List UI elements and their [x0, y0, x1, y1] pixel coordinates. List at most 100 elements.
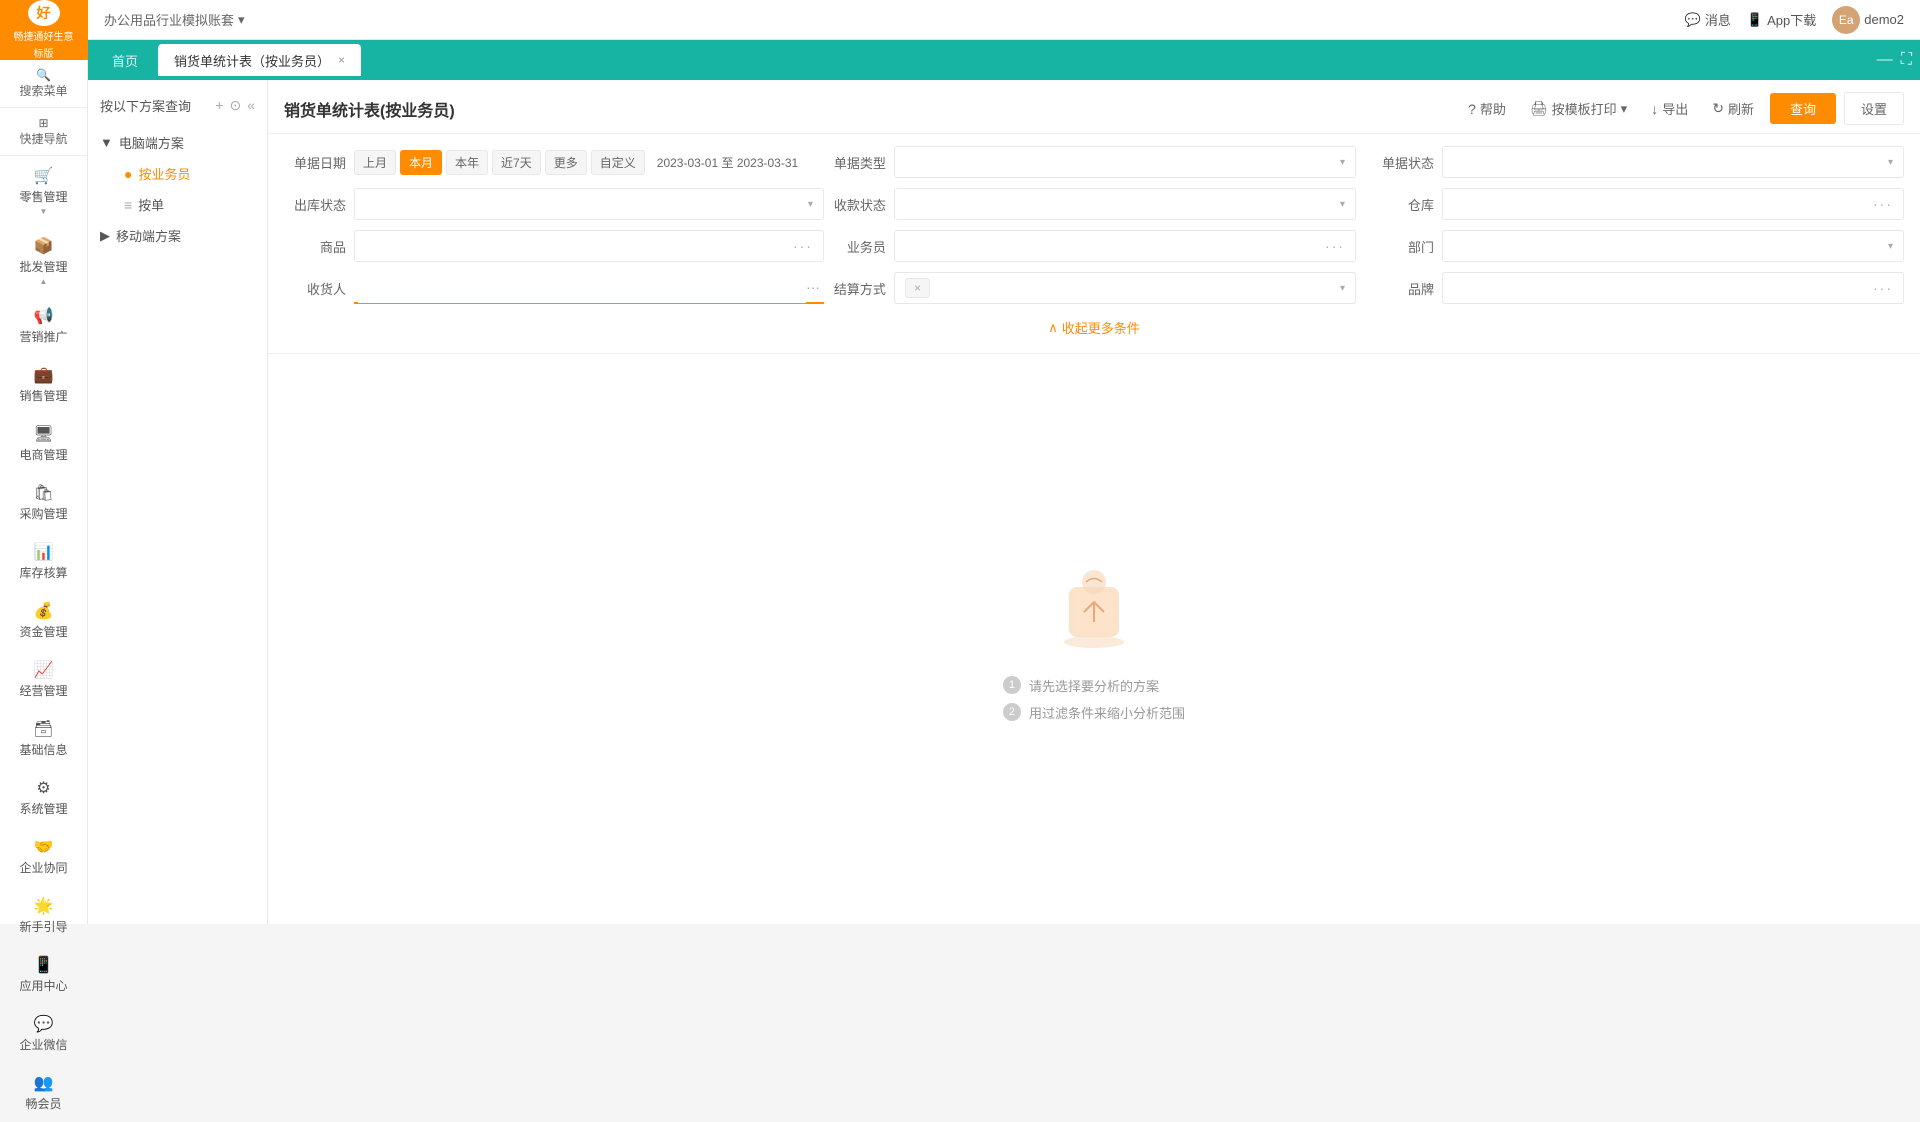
right-panel: 销货单统计表(按业务员) ? 帮助 🖨 按模板打印 ▾ ↓ 导出 [268, 80, 1920, 924]
settings-button[interactable]: 设置 [1844, 92, 1904, 125]
sidebar-item-newbie[interactable]: 🌟 新手引导 [0, 886, 87, 945]
date-btn-this-month[interactable]: 本月 [400, 150, 442, 175]
date-label: 单据日期 [284, 153, 354, 172]
salesman-select[interactable]: ··· [894, 230, 1356, 262]
goods-dots: ··· [793, 238, 813, 254]
date-btn-this-year[interactable]: 本年 [446, 150, 488, 175]
user-avatar-btn[interactable]: Ea demo2 [1832, 6, 1904, 34]
dept-select[interactable]: ▾ [1442, 230, 1904, 262]
left-panel-actions: + ⊙ « [215, 97, 255, 114]
retail-arrow: ▼ [40, 207, 48, 216]
collapse-row: ∧ 收起更多条件 [284, 314, 1904, 341]
tip-text-2: 用过滤条件来缩小分析范围 [1029, 703, 1185, 722]
copy-scheme-icon[interactable]: ⊙ [229, 97, 241, 114]
template-print-label: 按模板打印 [1552, 99, 1617, 118]
tab-home[interactable]: 首页 [96, 44, 154, 76]
sidebar-item-system[interactable]: ⚙ 系统管理 [0, 768, 87, 827]
sidebar-item-wechat[interactable]: 💬 企业微信 [0, 1004, 87, 1063]
print-icon: 🖨 [1530, 100, 1548, 117]
tree-mobile[interactable]: ▶ 移动端方案 [88, 220, 267, 251]
sidebar-item-wholesale[interactable]: 📦 批发管理 ▲ [0, 226, 87, 296]
date-btn-custom[interactable]: 自定义 [591, 150, 645, 175]
tab-minimize-icon[interactable]: — [1877, 51, 1893, 69]
settlement-select[interactable]: × ▾ [894, 272, 1356, 304]
system-icon: ⚙ [36, 778, 50, 798]
tree-desktop[interactable]: ▼ 电脑端方案 [88, 127, 267, 158]
doctype-select[interactable]: ▾ [894, 146, 1356, 178]
paystatus-select[interactable]: ▾ [894, 188, 1356, 220]
help-icon: ? [1468, 101, 1476, 117]
empty-illustration [1044, 557, 1144, 660]
docstatus-select[interactable]: ▾ [1442, 146, 1904, 178]
brand-dots: ··· [1873, 280, 1893, 296]
sidebar-item-inventory[interactable]: 📊 库存核算 [0, 532, 87, 591]
sidebar-search-label: 搜索菜单 [0, 82, 87, 99]
tree-item-byorder[interactable]: ≡ 按单 [112, 189, 267, 220]
date-btn-last-month[interactable]: 上月 [354, 150, 396, 175]
collapse-btn[interactable]: ∧ 收起更多条件 [1032, 314, 1156, 341]
breadcrumb-dropdown[interactable]: 办公用品行业模拟账套 ▾ [104, 10, 245, 29]
tree-item-salesman-icon: ● [124, 166, 132, 182]
query-button[interactable]: 查询 [1770, 93, 1836, 124]
tab-sales-stat[interactable]: 销货单统计表（按业务员） × [158, 44, 361, 76]
sidebar-item-member[interactable]: 👥 畅会员 [0, 1063, 87, 1122]
settlement-tag-close[interactable]: × [914, 281, 921, 295]
quicknav-label: 快捷导航 [0, 130, 87, 147]
tab-close-icon[interactable]: × [338, 53, 345, 67]
filter-row-1: 单据日期 上月 本月 本年 近7天 更多 自定义 2023-03-01 至 20… [284, 146, 1904, 178]
refresh-btn[interactable]: ↻ 刷新 [1704, 95, 1762, 122]
filter-date-cell: 单据日期 上月 本月 本年 近7天 更多 自定义 2023-03-01 至 20… [284, 150, 824, 175]
app-logo[interactable]: 好 畅捷通好生意 标版 [0, 0, 88, 60]
date-btn-7days[interactable]: 近7天 [492, 150, 541, 175]
search-icon: 🔍 [0, 68, 87, 82]
export-btn[interactable]: ↓ 导出 [1643, 95, 1696, 122]
app-download-btn[interactable]: 📱 App下载 [1747, 10, 1816, 29]
tree-desktop-arrow: ▼ [100, 135, 113, 150]
member-label: 畅会员 [25, 1095, 61, 1112]
sidebar-item-retail[interactable]: 🛒 零售管理 ▼ [0, 156, 87, 226]
filter-outstatus-cell: 出库状态 ▾ [284, 188, 824, 220]
header-actions: 💬 消息 📱 App下载 Ea demo2 [1685, 6, 1904, 34]
brand-select[interactable]: ··· [1442, 272, 1904, 304]
sidebar-item-operations[interactable]: 📈 经营管理 [0, 650, 87, 709]
sidebar-item-sales[interactable]: 💼 销售管理 [0, 355, 87, 414]
filter-area: 单据日期 上月 本月 本年 近7天 更多 自定义 2023-03-01 至 20… [268, 134, 1920, 354]
sidebar-item-base[interactable]: 🗃 基础信息 [0, 709, 87, 768]
finance-icon: 💰 [34, 601, 54, 621]
sidebar-quicknav[interactable]: ⊞ 快捷导航 [0, 108, 87, 156]
filter-settlement-cell: 结算方式 × ▾ [824, 272, 1356, 304]
collapse-label: 收起更多条件 [1062, 318, 1140, 337]
quicknav-icon: ⊞ [0, 116, 87, 130]
tree-mobile-arrow: ▶ [100, 228, 110, 244]
sidebar-item-ecommerce[interactable]: 🖥 电商管理 [0, 414, 87, 473]
collapse-panel-icon[interactable]: « [247, 97, 255, 114]
filter-docstatus-cell: 单据状态 ▾ [1372, 146, 1904, 178]
appcenter-label: 应用中心 [19, 977, 67, 994]
warehouse-select[interactable]: ··· [1442, 188, 1904, 220]
help-btn[interactable]: ? 帮助 [1460, 95, 1514, 122]
filter-row-2: 出库状态 ▾ 收款状态 ▾ 仓库 [284, 188, 1904, 220]
warehouse-dots: ··· [1873, 196, 1893, 212]
sidebar-item-purchase[interactable]: 🛍 采购管理 [0, 473, 87, 532]
tab-maximize-icon[interactable]: ⛶ [1901, 51, 1912, 69]
settlement-label: 结算方式 [824, 279, 894, 298]
consignee-input[interactable] [358, 271, 806, 303]
sidebar-item-marketing[interactable]: 📢 营销推广 [0, 296, 87, 355]
brand-label: 品牌 [1372, 279, 1442, 298]
sidebar-item-corp[interactable]: 🤝 企业协同 [0, 827, 87, 886]
tree-item-byorder-icon: ≡ [124, 197, 132, 213]
add-scheme-icon[interactable]: + [215, 97, 223, 114]
sidebar-search[interactable]: 🔍 搜索菜单 [0, 60, 87, 108]
sidebar-item-finance[interactable]: 💰 资金管理 [0, 591, 87, 650]
template-print-btn[interactable]: 🖨 按模板打印 ▾ [1522, 95, 1635, 122]
tree-item-salesman[interactable]: ● 按业务员 [112, 158, 267, 189]
sidebar-item-appcenter[interactable]: 📱 应用中心 [0, 945, 87, 1004]
message-btn[interactable]: 💬 消息 [1685, 10, 1731, 29]
breadcrumb: 办公用品行业模拟账套 ▾ [104, 10, 245, 29]
date-btn-more[interactable]: 更多 [545, 150, 587, 175]
template-print-arrow: ▾ [1621, 101, 1628, 117]
filter-row-3: 商品 ··· 业务员 ··· 部门 [284, 230, 1904, 262]
outstatus-select[interactable]: ▾ [354, 188, 824, 220]
goods-select[interactable]: ··· [354, 230, 824, 262]
operations-label: 经营管理 [19, 682, 67, 699]
